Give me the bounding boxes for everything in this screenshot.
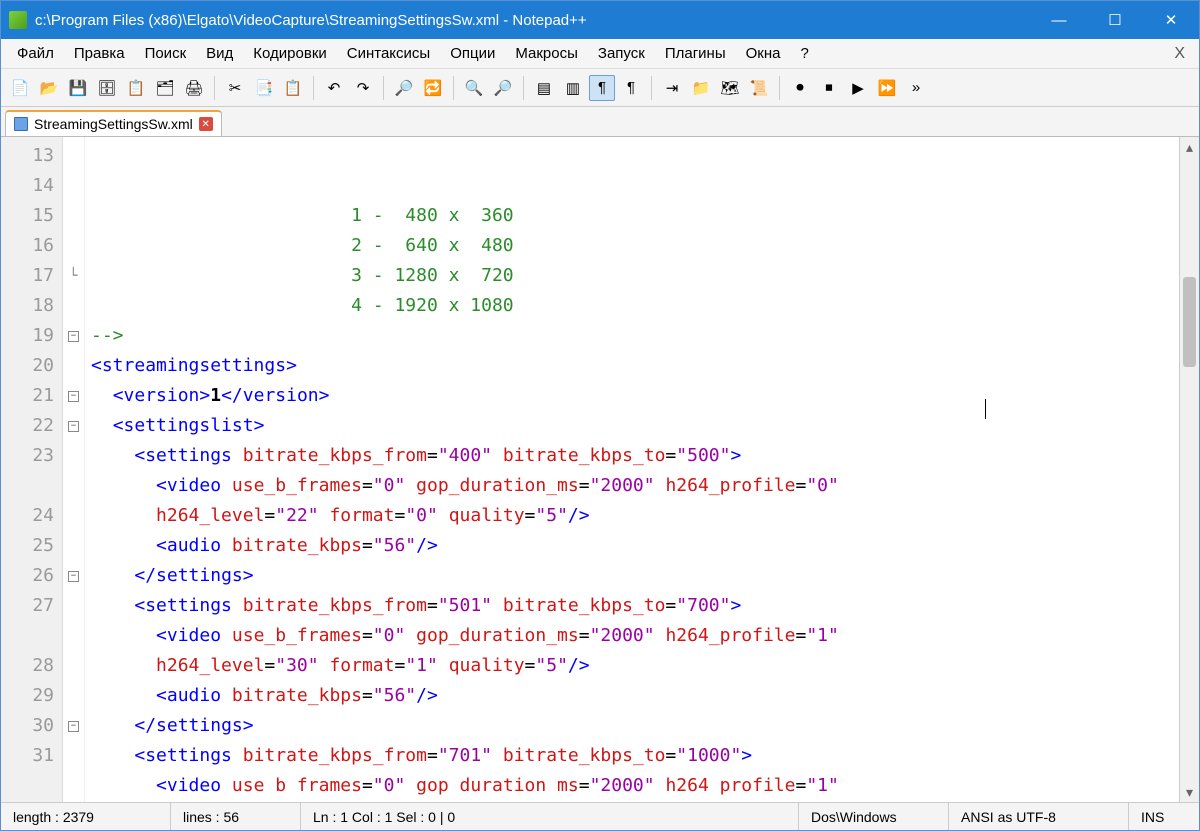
editor[interactable]: 13141516171819202122232425262728293031 └… (1, 137, 1199, 802)
line-number-gutter: 13141516171819202122232425262728293031 (1, 137, 63, 802)
close-tab-icon[interactable]: 📋 (123, 75, 149, 101)
record-icon[interactable]: ⏺ (787, 75, 813, 101)
open-file-icon[interactable]: 📂 (36, 75, 62, 101)
undo-icon[interactable]: ↶ (321, 75, 347, 101)
code-line[interactable]: </settings> (91, 711, 1173, 741)
text-cursor (985, 399, 986, 419)
menu-правка[interactable]: Правка (64, 42, 135, 65)
file-icon (14, 117, 28, 131)
code-line[interactable]: <audio bitrate_kbps="56"/> (91, 531, 1173, 561)
redo-icon[interactable]: ↷ (350, 75, 376, 101)
code-line[interactable]: <settings bitrate_kbps_from="701" bitrat… (91, 741, 1173, 771)
toolbar: 📄📂💾🗄📋🗂🖨✂📑📋↶↷🔎🔁🔍🔎▤▥¶¶⇥📁🗺📜⏺⏹▶⏩» (1, 69, 1199, 107)
sync-v-icon[interactable]: ▤ (531, 75, 557, 101)
wrap-icon[interactable]: ¶ (589, 75, 615, 101)
code-line[interactable]: <settingslist> (91, 411, 1173, 441)
cut-icon[interactable]: ✂ (222, 75, 248, 101)
status-eol[interactable]: Dos\Windows (799, 803, 949, 830)
zoom-in-icon[interactable]: 🔍 (461, 75, 487, 101)
code-line[interactable]: </settings> (91, 561, 1173, 591)
print-icon[interactable]: 🖨 (181, 75, 207, 101)
code-area[interactable]: 1 - 480 x 360 2 - 640 x 480 3 - 1280 x 7… (85, 137, 1179, 802)
toolbar-separator (779, 76, 780, 100)
scroll-thumb[interactable] (1183, 277, 1196, 367)
find-icon[interactable]: 🔎 (391, 75, 417, 101)
toolbar-separator (523, 76, 524, 100)
scroll-down-icon[interactable]: ▾ (1180, 782, 1199, 802)
menu-вид[interactable]: Вид (196, 42, 243, 65)
toolbar-separator (383, 76, 384, 100)
code-line[interactable]: <video use b frames="0" gop duration ms=… (91, 771, 1173, 801)
fast-play-icon[interactable]: ⏩ (874, 75, 900, 101)
status-position: Ln : 1 Col : 1 Sel : 0 | 0 (301, 803, 799, 830)
save-icon[interactable]: 💾 (65, 75, 91, 101)
show-all-icon[interactable]: ¶ (618, 75, 644, 101)
copy-icon[interactable]: 📑 (251, 75, 277, 101)
menu-поиск[interactable]: Поиск (135, 42, 197, 65)
toolbar-separator (214, 76, 215, 100)
toolbar-separator (453, 76, 454, 100)
minimize-button[interactable]: — (1031, 1, 1087, 39)
app-icon (9, 11, 27, 29)
code-line[interactable]: <audio bitrate_kbps="56"/> (91, 681, 1173, 711)
scroll-up-icon[interactable]: ▴ (1180, 137, 1199, 157)
func-list-icon[interactable]: 📜 (746, 75, 772, 101)
code-line[interactable]: --> (91, 321, 1173, 351)
code-line[interactable]: <settings bitrate_kbps_from="501" bitrat… (91, 591, 1173, 621)
play-icon[interactable]: ▶ (845, 75, 871, 101)
window-title: c:\Program Files (x86)\Elgato\VideoCaptu… (35, 12, 1031, 29)
file-tab[interactable]: StreamingSettingsSw.xml ✕ (5, 110, 222, 136)
status-encoding[interactable]: ANSI as UTF-8 (949, 803, 1129, 830)
status-bar: length : 2379 lines : 56 Ln : 1 Col : 1 … (1, 802, 1199, 830)
overflow-icon[interactable]: » (903, 75, 929, 101)
stop-icon[interactable]: ⏹ (816, 75, 842, 101)
sync-h-icon[interactable]: ▥ (560, 75, 586, 101)
code-line[interactable]: 3 - 1280 x 720 (91, 261, 1173, 291)
code-line[interactable]: 2 - 640 x 480 (91, 231, 1173, 261)
tab-close-icon[interactable]: ✕ (199, 117, 213, 131)
new-file-icon[interactable]: 📄 (7, 75, 33, 101)
code-line[interactable]: <streamingsettings> (91, 351, 1173, 381)
menu-?[interactable]: ? (790, 42, 818, 65)
close-all-icon[interactable]: 🗂 (152, 75, 178, 101)
maximize-button[interactable]: ☐ (1087, 1, 1143, 39)
menu-окна[interactable]: Окна (736, 42, 791, 65)
status-length: length : 2379 (1, 803, 171, 830)
code-line[interactable]: 1 - 480 x 360 (91, 201, 1173, 231)
menu-bar: ФайлПравкаПоискВидКодировкиСинтаксисыОпц… (1, 39, 1199, 69)
title-bar: c:\Program Files (x86)\Elgato\VideoCaptu… (1, 1, 1199, 39)
code-line[interactable]: <video use_b_frames="0" gop_duration_ms=… (91, 471, 1173, 531)
vertical-scrollbar[interactable]: ▴ ▾ (1179, 137, 1199, 802)
status-insert-mode[interactable]: INS (1129, 803, 1199, 830)
code-line[interactable]: <version>1</version> (91, 381, 1173, 411)
toolbar-separator (313, 76, 314, 100)
toolbar-separator (651, 76, 652, 100)
save-all-icon[interactable]: 🗄 (94, 75, 120, 101)
code-line[interactable]: <settings bitrate_kbps_from="400" bitrat… (91, 441, 1173, 471)
tab-label: StreamingSettingsSw.xml (34, 116, 193, 132)
menu-опции[interactable]: Опции (440, 42, 505, 65)
scroll-track[interactable] (1180, 157, 1199, 782)
code-line[interactable]: <video use_b_frames="0" gop_duration_ms=… (91, 621, 1173, 681)
code-line[interactable]: 4 - 1920 x 1080 (91, 291, 1173, 321)
menu-запуск[interactable]: Запуск (588, 42, 655, 65)
doc-map-icon[interactable]: 🗺 (717, 75, 743, 101)
close-window-button[interactable]: ✕ (1143, 1, 1199, 39)
menu-макросы[interactable]: Макросы (505, 42, 588, 65)
fold-column[interactable]: └ − −− − − (63, 137, 85, 802)
zoom-out-icon[interactable]: 🔎 (490, 75, 516, 101)
menu-кодировки[interactable]: Кодировки (243, 42, 336, 65)
menu-close-x[interactable]: X (1160, 42, 1199, 66)
menu-синтаксисы[interactable]: Синтаксисы (337, 42, 440, 65)
replace-icon[interactable]: 🔁 (420, 75, 446, 101)
menu-плагины[interactable]: Плагины (655, 42, 736, 65)
paste-icon[interactable]: 📋 (280, 75, 306, 101)
folder-view-icon[interactable]: 📁 (688, 75, 714, 101)
tab-bar: StreamingSettingsSw.xml ✕ (1, 107, 1199, 137)
menu-файл[interactable]: Файл (7, 42, 64, 65)
status-lines: lines : 56 (171, 803, 301, 830)
indent-guide-icon[interactable]: ⇥ (659, 75, 685, 101)
